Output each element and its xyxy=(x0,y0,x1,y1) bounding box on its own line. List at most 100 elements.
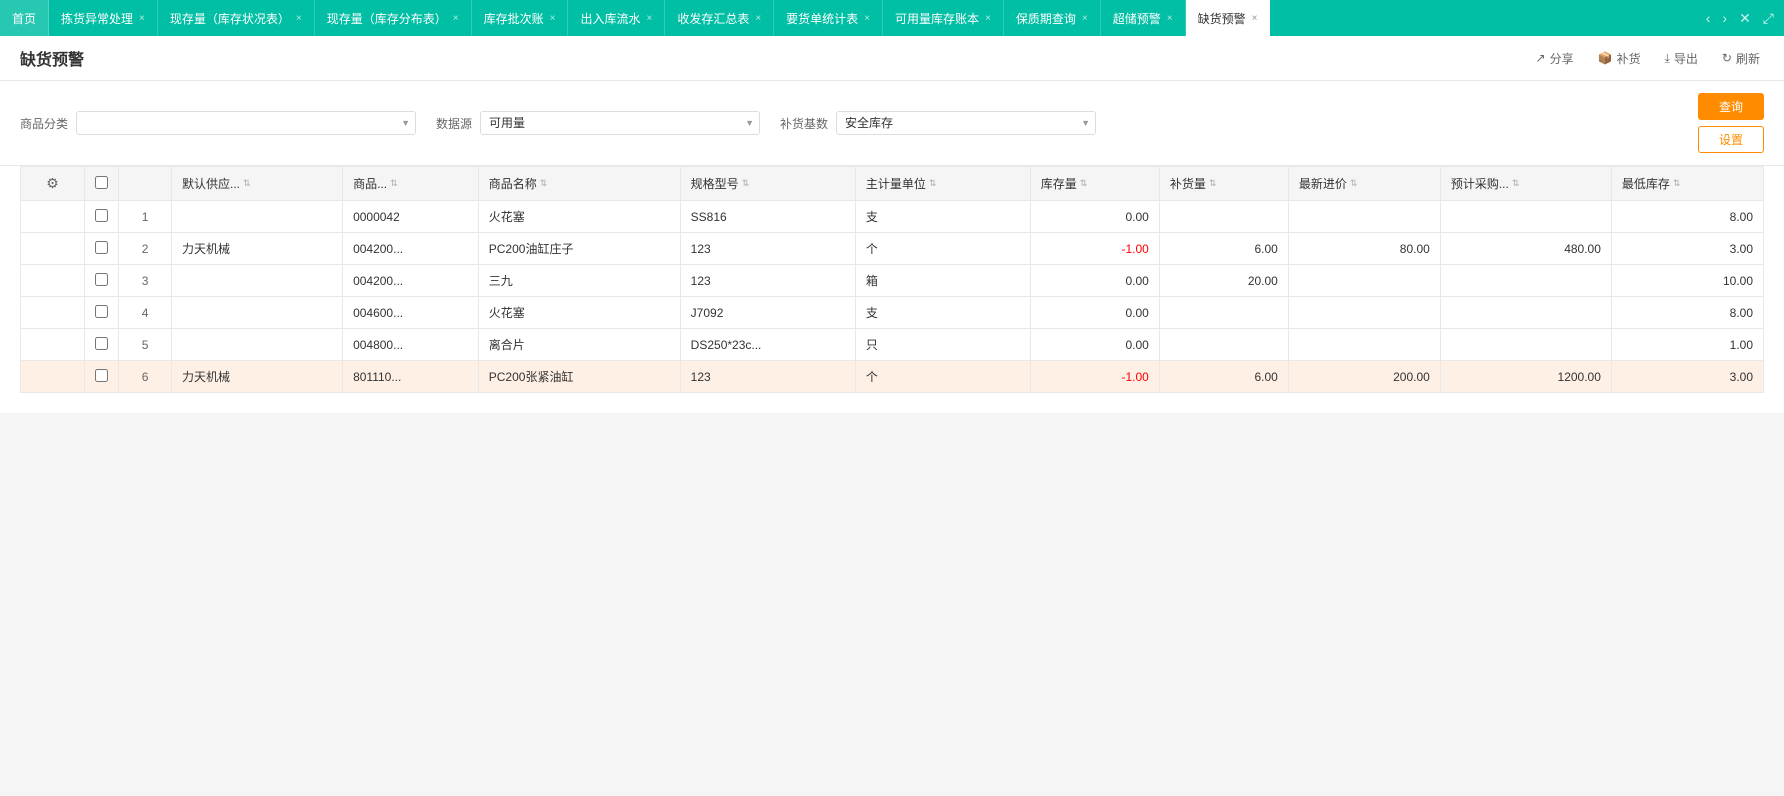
close-tab-3[interactable]: × xyxy=(453,13,459,24)
th-unit[interactable]: 主计量单位 ⇅ xyxy=(855,167,1030,201)
th-min-stock[interactable]: 最低库存 ⇅ xyxy=(1611,167,1763,201)
close-tab-11[interactable]: × xyxy=(1252,13,1258,24)
td-supplier-3 xyxy=(171,297,342,329)
nav-close-button[interactable]: ✕ xyxy=(1733,8,1757,29)
nav-tab-8[interactable]: 可用量库存账本 × xyxy=(883,0,1004,36)
td-goods-code-0: 0000042 xyxy=(343,201,479,233)
close-tab-10[interactable]: × xyxy=(1167,13,1173,24)
filter-area: 商品分类 数据源 可用量 补货基数 安全库存 查询 xyxy=(0,81,1784,166)
td-stock-0: 0.00 xyxy=(1030,201,1159,233)
category-label: 商品分类 xyxy=(20,115,68,132)
td-goods-name-2: 三九 xyxy=(478,265,680,297)
td-unit-4: 只 xyxy=(855,329,1030,361)
nav-tab-2[interactable]: 现存量（库存状况表） × xyxy=(158,0,315,36)
td-supplier-1: 力天机械 xyxy=(171,233,342,265)
row-checkbox-1[interactable] xyxy=(95,241,108,254)
select-all-checkbox[interactable] xyxy=(95,176,108,189)
td-supplier-5: 力天机械 xyxy=(171,361,342,393)
category-select-wrapper xyxy=(76,111,416,135)
refresh-icon: ↻ xyxy=(1722,51,1732,65)
replenish-base-select[interactable]: 安全库存 xyxy=(836,111,1096,135)
sort-icon-latest-price: ⇅ xyxy=(1350,178,1358,189)
td-est-purchase-5: 1200.00 xyxy=(1440,361,1611,393)
export-button[interactable]: ⤓ 导出 xyxy=(1661,48,1702,69)
gear-settings-button[interactable]: ⚙ xyxy=(46,175,59,192)
nav-tab-7[interactable]: 要货单统计表 × xyxy=(774,0,883,36)
close-tab-5[interactable]: × xyxy=(646,13,652,24)
row-checkbox-0[interactable] xyxy=(95,209,108,222)
settings-button[interactable]: 设置 xyxy=(1698,126,1764,153)
td-goods-code-3: 004600... xyxy=(343,297,479,329)
td-est-purchase-4 xyxy=(1440,329,1611,361)
sort-icon-replenish: ⇅ xyxy=(1209,178,1217,189)
td-goods-code-4: 004800... xyxy=(343,329,479,361)
td-est-purchase-1: 480.00 xyxy=(1440,233,1611,265)
td-min-stock-4: 1.00 xyxy=(1611,329,1763,361)
close-tab-8[interactable]: × xyxy=(985,13,991,24)
nav-tab-home[interactable]: 首页 xyxy=(0,0,49,36)
datasource-select[interactable]: 可用量 xyxy=(480,111,760,135)
th-goods-name[interactable]: 商品名称 ⇅ xyxy=(478,167,680,201)
td-replenish-5: 6.00 xyxy=(1159,361,1288,393)
table-container: ⚙ 默认供应... ⇅ 商品... xyxy=(0,166,1784,413)
nav-tab-11[interactable]: 缺货预警 × xyxy=(1186,0,1271,36)
category-select[interactable] xyxy=(76,111,416,135)
th-est-purchase[interactable]: 预计采购... ⇅ xyxy=(1440,167,1611,201)
close-tab-2[interactable]: × xyxy=(296,13,302,24)
td-latest-price-1: 80.00 xyxy=(1288,233,1440,265)
td-index-3: 4 xyxy=(119,297,172,329)
nav-tab-10[interactable]: 超储预警 × xyxy=(1101,0,1186,36)
close-tab-9[interactable]: × xyxy=(1082,13,1088,24)
th-latest-price[interactable]: 最新进价 ⇅ xyxy=(1288,167,1440,201)
page-content: 缺货预警 ↗ 分享 📦 补货 ⤓ 导出 ↻ 刷新 商品分类 xyxy=(0,36,1784,413)
row-checkbox-4[interactable] xyxy=(95,337,108,350)
sort-icon-unit: ⇅ xyxy=(929,178,937,189)
nav-tab-9[interactable]: 保质期查询 × xyxy=(1004,0,1101,36)
sort-icon-stock: ⇅ xyxy=(1080,178,1088,189)
nav-prev-button[interactable]: ‹ xyxy=(1700,8,1717,28)
sort-icon-est-purchase: ⇅ xyxy=(1512,178,1520,189)
nav-tab-3[interactable]: 现存量（库存分布表） × xyxy=(315,0,472,36)
close-tab-7[interactable]: × xyxy=(864,13,870,24)
th-stock[interactable]: 库存量 ⇅ xyxy=(1030,167,1159,201)
td-goods-name-4: 离合片 xyxy=(478,329,680,361)
td-checkbox-2 xyxy=(85,265,119,297)
table-row: 1 0000042 火花塞 SS816 支 0.00 8.00 xyxy=(21,201,1764,233)
query-button[interactable]: 查询 xyxy=(1698,93,1764,120)
td-replenish-2: 20.00 xyxy=(1159,265,1288,297)
th-spec[interactable]: 规格型号 ⇅ xyxy=(680,167,855,201)
row-checkbox-3[interactable] xyxy=(95,305,108,318)
td-unit-2: 箱 xyxy=(855,265,1030,297)
replenish-base-label: 补货基数 xyxy=(780,115,828,132)
th-goods-code[interactable]: 商品... ⇅ xyxy=(343,167,479,201)
nav-next-button[interactable]: › xyxy=(1716,8,1733,28)
td-goods-name-1: PC200油缸庄子 xyxy=(478,233,680,265)
th-replenish[interactable]: 补货量 ⇅ xyxy=(1159,167,1288,201)
td-checkbox-1 xyxy=(85,233,119,265)
data-table: ⚙ 默认供应... ⇅ 商品... xyxy=(20,166,1764,393)
td-min-stock-5: 3.00 xyxy=(1611,361,1763,393)
replenish-button[interactable]: 📦 补货 xyxy=(1594,48,1645,69)
nav-tab-6[interactable]: 收发存汇总表 × xyxy=(665,0,774,36)
table-row: 6 力天机械 801110... PC200张紧油缸 123 个 -1.00 6… xyxy=(21,361,1764,393)
td-goods-code-2: 004200... xyxy=(343,265,479,297)
share-button[interactable]: ↗ 分享 xyxy=(1532,48,1578,69)
close-tab-4[interactable]: × xyxy=(550,13,556,24)
th-supplier[interactable]: 默认供应... ⇅ xyxy=(171,167,342,201)
close-tab-6[interactable]: × xyxy=(755,13,761,24)
close-tab-1[interactable]: × xyxy=(139,13,145,24)
td-unit-3: 支 xyxy=(855,297,1030,329)
page-header: 缺货预警 ↗ 分享 📦 补货 ⤓ 导出 ↻ 刷新 xyxy=(0,36,1784,81)
row-checkbox-5[interactable] xyxy=(95,369,108,382)
row-checkbox-2[interactable] xyxy=(95,273,108,286)
nav-fullscreen-button[interactable]: ⤢ xyxy=(1757,8,1780,29)
th-checkbox xyxy=(85,167,119,201)
td-replenish-4 xyxy=(1159,329,1288,361)
refresh-button[interactable]: ↻ 刷新 xyxy=(1718,48,1764,69)
nav-tab-4[interactable]: 库存批次账 × xyxy=(472,0,569,36)
nav-tab-5[interactable]: 出入库流水 × xyxy=(568,0,665,36)
datasource-label: 数据源 xyxy=(436,115,472,132)
td-est-purchase-3 xyxy=(1440,297,1611,329)
td-stock-1: -1.00 xyxy=(1030,233,1159,265)
nav-tab-1[interactable]: 拣货异常处理 × xyxy=(49,0,158,36)
